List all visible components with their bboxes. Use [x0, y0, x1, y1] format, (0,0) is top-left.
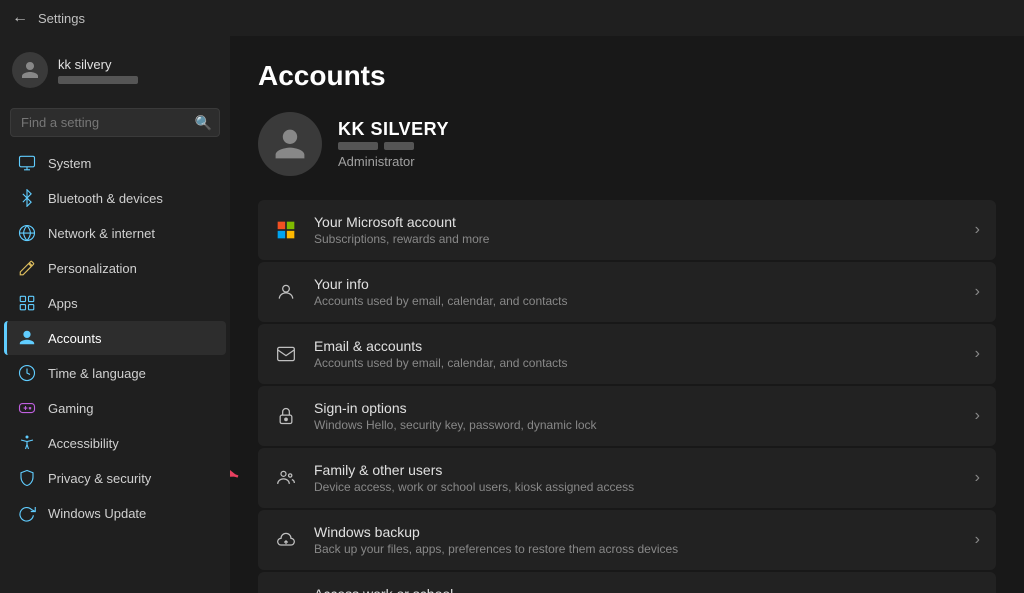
chevron-icon-microsoft-account: ›	[975, 221, 980, 239]
name-bar-1	[338, 142, 378, 150]
settings-item-text-email-accounts: Email & accounts Accounts used by email,…	[314, 338, 959, 370]
settings-item-title-work-school: Access work or school	[314, 586, 959, 593]
chevron-icon-email-accounts: ›	[975, 345, 980, 363]
sidebar-item-apps[interactable]: Apps	[4, 286, 226, 320]
family-icon	[274, 466, 298, 490]
settings-item-microsoft-account[interactable]: Your Microsoft account Subscriptions, re…	[258, 200, 996, 260]
sidebar-item-label-accessibility: Accessibility	[48, 436, 119, 451]
settings-item-desc-windows-backup: Back up your files, apps, preferences to…	[314, 542, 959, 556]
settings-item-desc-family: Device access, work or school users, kio…	[314, 480, 959, 494]
sidebar-item-label-time: Time & language	[48, 366, 146, 381]
settings-item-desc-sign-in: Windows Hello, security key, password, d…	[314, 418, 959, 432]
settings-item-text-windows-backup: Windows backup Back up your files, apps,…	[314, 524, 959, 556]
sidebar-item-label-gaming: Gaming	[48, 401, 94, 416]
settings-item-text-your-info: Your info Accounts used by email, calend…	[314, 276, 959, 308]
accessibility-icon	[18, 434, 36, 452]
sidebar-item-accounts[interactable]: Accounts	[4, 321, 226, 355]
microsoft-account-icon	[274, 218, 298, 242]
sidebar-item-bluetooth[interactable]: Bluetooth & devices	[4, 181, 226, 215]
profile-name: KK SILVERY	[338, 119, 449, 140]
chevron-icon-family: ›	[975, 469, 980, 487]
app-title: Settings	[38, 11, 85, 26]
settings-item-work-school[interactable]: Access work or school Organization resou…	[258, 572, 996, 593]
gaming-icon	[18, 399, 36, 417]
sidebar-item-label-apps: Apps	[48, 296, 78, 311]
settings-item-your-info[interactable]: Your info Accounts used by email, calend…	[258, 262, 996, 322]
avatar	[12, 52, 48, 88]
username-bar-decoration	[58, 76, 138, 84]
profile-avatar-large	[258, 112, 322, 176]
sidebar-item-gaming[interactable]: Gaming	[4, 391, 226, 425]
settings-item-text-microsoft-account: Your Microsoft account Subscriptions, re…	[314, 214, 959, 246]
bluetooth-icon	[18, 189, 36, 207]
sidebar-item-personalization[interactable]: Personalization	[4, 251, 226, 285]
title-bar: ← Settings	[0, 0, 1024, 36]
sidebar-item-label-update: Windows Update	[48, 506, 146, 521]
your-info-icon	[274, 280, 298, 304]
sidebar-item-time[interactable]: Time & language	[4, 356, 226, 390]
search-input[interactable]	[10, 108, 220, 137]
settings-item-family[interactable]: Family & other users Device access, work…	[258, 448, 996, 508]
sidebar-item-network[interactable]: Network & internet	[4, 216, 226, 250]
windows-backup-icon	[274, 528, 298, 552]
personalization-icon	[18, 259, 36, 277]
profile-role: Administrator	[338, 154, 449, 169]
profile-name-bars	[338, 142, 449, 150]
back-button[interactable]: ←	[12, 9, 28, 27]
settings-item-text-sign-in: Sign-in options Windows Hello, security …	[314, 400, 959, 432]
update-icon	[18, 504, 36, 522]
sidebar-username: kk silvery	[58, 57, 138, 72]
sidebar-item-label-network: Network & internet	[48, 226, 155, 241]
profile-info: kk silvery	[58, 57, 138, 84]
chevron-icon-windows-backup: ›	[975, 531, 980, 549]
sidebar-item-system[interactable]: System	[4, 146, 226, 180]
settings-item-title-email-accounts: Email & accounts	[314, 338, 959, 354]
main-layout: kk silvery 🔍 System Bluetooth & devices …	[0, 36, 1024, 593]
name-bar-2	[384, 142, 414, 150]
time-icon	[18, 364, 36, 382]
page-title: Accounts	[258, 60, 996, 92]
sidebar-item-accessibility[interactable]: Accessibility	[4, 426, 226, 460]
nav-list: System Bluetooth & devices Network & int…	[0, 145, 230, 531]
settings-item-desc-microsoft-account: Subscriptions, rewards and more	[314, 232, 959, 246]
settings-item-sign-in[interactable]: Sign-in options Windows Hello, security …	[258, 386, 996, 446]
profile-card: KK SILVERY Administrator	[258, 112, 996, 176]
privacy-icon	[18, 469, 36, 487]
settings-item-email-accounts[interactable]: Email & accounts Accounts used by email,…	[258, 324, 996, 384]
sidebar-item-update[interactable]: Windows Update	[4, 496, 226, 530]
settings-item-desc-email-accounts: Accounts used by email, calendar, and co…	[314, 356, 959, 370]
settings-item-title-sign-in: Sign-in options	[314, 400, 959, 416]
settings-item-title-family: Family & other users	[314, 462, 959, 478]
sidebar-item-label-accounts: Accounts	[48, 331, 101, 346]
sidebar-item-label-bluetooth: Bluetooth & devices	[48, 191, 163, 206]
sidebar-item-label-privacy: Privacy & security	[48, 471, 151, 486]
apps-icon	[18, 294, 36, 312]
content-area: Accounts KK SILVERY Administrator	[230, 36, 1024, 593]
sidebar-item-label-personalization: Personalization	[48, 261, 137, 276]
email-accounts-icon	[274, 342, 298, 366]
system-icon	[18, 154, 36, 172]
chevron-icon-your-info: ›	[975, 283, 980, 301]
sign-in-icon	[274, 404, 298, 428]
settings-item-desc-your-info: Accounts used by email, calendar, and co…	[314, 294, 959, 308]
settings-list: Your Microsoft account Subscriptions, re…	[258, 200, 996, 593]
sidebar-item-label-system: System	[48, 156, 91, 171]
settings-item-text-work-school: Access work or school Organization resou…	[314, 586, 959, 593]
sidebar: kk silvery 🔍 System Bluetooth & devices …	[0, 36, 230, 593]
network-icon	[18, 224, 36, 242]
settings-item-windows-backup[interactable]: Windows backup Back up your files, apps,…	[258, 510, 996, 570]
chevron-icon-sign-in: ›	[975, 407, 980, 425]
settings-item-text-family: Family & other users Device access, work…	[314, 462, 959, 494]
settings-item-title-your-info: Your info	[314, 276, 959, 292]
search-container: 🔍	[10, 108, 220, 137]
arrow-annotation	[230, 462, 248, 495]
sidebar-profile[interactable]: kk silvery	[0, 36, 230, 104]
settings-item-title-windows-backup: Windows backup	[314, 524, 959, 540]
settings-item-title-microsoft-account: Your Microsoft account	[314, 214, 959, 230]
search-icon: 🔍	[195, 114, 212, 131]
accounts-icon	[18, 329, 36, 347]
profile-details: KK SILVERY Administrator	[338, 119, 449, 169]
sidebar-item-privacy[interactable]: Privacy & security	[4, 461, 226, 495]
